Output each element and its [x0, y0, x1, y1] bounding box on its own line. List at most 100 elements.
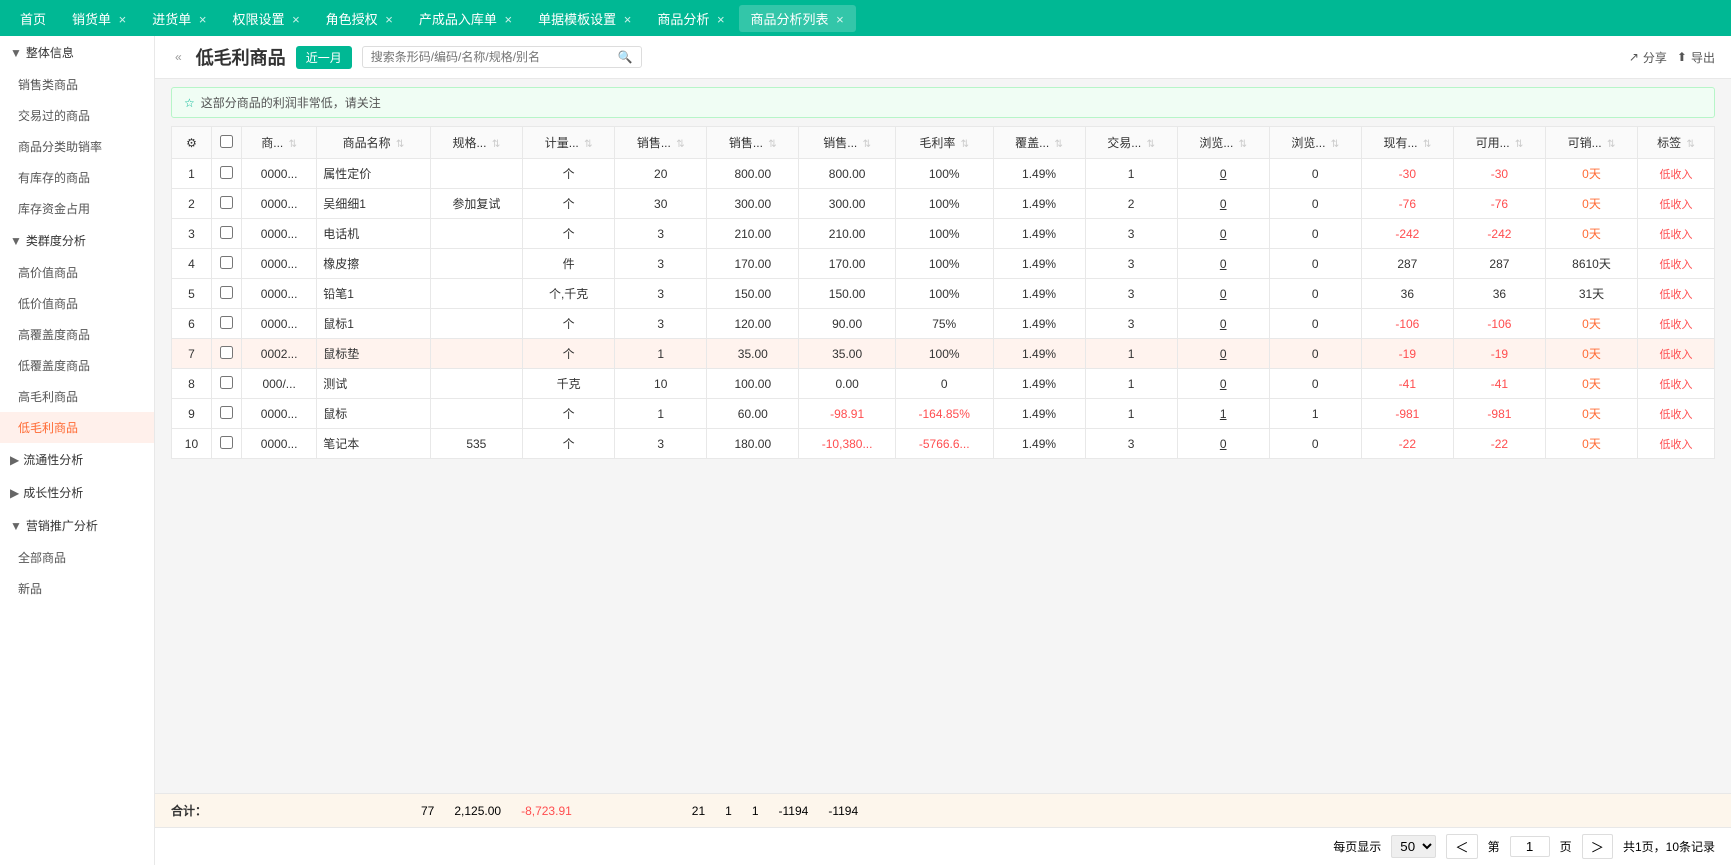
- nav-item-analysis-list[interactable]: 商品分析列表 ×: [739, 5, 856, 32]
- sidebar-item-category-rate[interactable]: 商品分类助销率: [0, 131, 154, 162]
- close-sales-icon[interactable]: ×: [119, 12, 127, 27]
- sidebar-section-cluster[interactable]: ▼ 类群度分析: [0, 224, 154, 257]
- next-page-button[interactable]: ＞: [1582, 834, 1613, 859]
- col-sales-price[interactable]: 销售... ⇅: [707, 127, 799, 159]
- cell-check[interactable]: [211, 219, 241, 249]
- col-settings[interactable]: ⚙: [172, 127, 212, 159]
- col-coverage[interactable]: 覆盖... ⇅: [993, 127, 1085, 159]
- sidebar-item-high-margin[interactable]: 高毛利商品: [0, 381, 154, 412]
- search-box[interactable]: 🔍: [362, 46, 642, 68]
- col-trade[interactable]: 交易... ⇅: [1085, 127, 1177, 159]
- cell-check[interactable]: [211, 369, 241, 399]
- cell-check[interactable]: [211, 339, 241, 369]
- close-purchase-icon[interactable]: ×: [199, 12, 207, 27]
- row-checkbox[interactable]: [220, 346, 233, 359]
- prev-page-button[interactable]: ＜: [1446, 834, 1477, 859]
- col-current-stock[interactable]: 现有... ⇅: [1361, 127, 1453, 159]
- sidebar-item-new-goods[interactable]: 新品: [0, 573, 154, 604]
- nav-item-template[interactable]: 单据模板设置 ×: [526, 5, 643, 32]
- sidebar-item-high-value[interactable]: 高价值商品: [0, 257, 154, 288]
- page-number-input[interactable]: [1510, 836, 1550, 857]
- sidebar-section-overview[interactable]: ▼ 整体信息: [0, 36, 154, 69]
- close-analysis-list-icon[interactable]: ×: [836, 12, 844, 27]
- nav-item-sales[interactable]: 销货单 ×: [60, 5, 138, 32]
- sidebar-section-marketing[interactable]: ▼ 营销推广分析: [0, 509, 154, 542]
- cell-code: 0002...: [241, 339, 316, 369]
- sidebar-item-stock-goods[interactable]: 有库存的商品: [0, 162, 154, 193]
- sidebar-item-low-margin[interactable]: 低毛利商品: [0, 412, 154, 443]
- sidebar-item-low-coverage[interactable]: 低覆盖度商品: [0, 350, 154, 381]
- close-role-icon[interactable]: ×: [385, 12, 393, 27]
- nav-item-purchase[interactable]: 进货单 ×: [140, 5, 218, 32]
- cell-check[interactable]: [211, 309, 241, 339]
- share-button[interactable]: ↗ 分享: [1629, 49, 1667, 66]
- sidebar-item-all-goods[interactable]: 全部商品: [0, 542, 154, 573]
- row-checkbox[interactable]: [220, 436, 233, 449]
- row-checkbox[interactable]: [220, 406, 233, 419]
- sidebar-item-high-coverage[interactable]: 高覆盖度商品: [0, 319, 154, 350]
- col-view2[interactable]: 浏览... ⇅: [1269, 127, 1361, 159]
- sidebar-item-stock-capital[interactable]: 库存资金占用: [0, 193, 154, 224]
- per-page-select[interactable]: 50: [1391, 835, 1436, 858]
- col-unit[interactable]: 计量... ⇅: [523, 127, 615, 159]
- sidebar-item-sales-goods[interactable]: 销售类商品: [0, 69, 154, 100]
- cell-check[interactable]: [211, 429, 241, 459]
- sidebar-section-liquidity[interactable]: ▶ 流通性分析: [0, 443, 154, 476]
- cell-check[interactable]: [211, 189, 241, 219]
- cell-coverage: 1.49%: [993, 429, 1085, 459]
- row-checkbox[interactable]: [220, 316, 233, 329]
- sidebar-section-growth[interactable]: ▶ 成长性分析: [0, 476, 154, 509]
- row-checkbox[interactable]: [220, 376, 233, 389]
- nav-item-role[interactable]: 角色授权 ×: [314, 5, 405, 32]
- cell-view1[interactable]: 0: [1177, 309, 1269, 339]
- row-checkbox[interactable]: [220, 286, 233, 299]
- search-input[interactable]: [371, 50, 618, 64]
- row-checkbox[interactable]: [220, 166, 233, 179]
- nav-item-home[interactable]: 首页: [8, 5, 58, 32]
- nav-item-analysis[interactable]: 商品分析 ×: [645, 5, 736, 32]
- col-saleable[interactable]: 可销... ⇅: [1545, 127, 1637, 159]
- cell-view1[interactable]: 0: [1177, 159, 1269, 189]
- date-filter-button[interactable]: 近一月: [296, 46, 352, 69]
- col-sales-qty[interactable]: 销售... ⇅: [615, 127, 707, 159]
- cell-view1[interactable]: 0: [1177, 369, 1269, 399]
- select-all-checkbox[interactable]: [220, 135, 233, 148]
- sidebar-item-low-value[interactable]: 低价值商品: [0, 288, 154, 319]
- sidebar-item-traded-goods[interactable]: 交易过的商品: [0, 100, 154, 131]
- nav-item-product-entry[interactable]: 产成品入库单 ×: [407, 5, 524, 32]
- col-sales-profit[interactable]: 销售... ⇅: [799, 127, 896, 159]
- col-spec[interactable]: 规格... ⇅: [430, 127, 523, 159]
- col-available[interactable]: 可用... ⇅: [1453, 127, 1545, 159]
- close-template-icon[interactable]: ×: [624, 12, 632, 27]
- search-icon[interactable]: 🔍: [618, 50, 633, 64]
- cell-check[interactable]: [211, 159, 241, 189]
- cell-coverage: 1.49%: [993, 249, 1085, 279]
- cell-view1[interactable]: 0: [1177, 249, 1269, 279]
- cell-trade: 1: [1085, 339, 1177, 369]
- close-product-entry-icon[interactable]: ×: [505, 12, 513, 27]
- cell-view1[interactable]: 0: [1177, 429, 1269, 459]
- cell-view1[interactable]: 0: [1177, 189, 1269, 219]
- cell-view1[interactable]: 0: [1177, 279, 1269, 309]
- col-gross-rate[interactable]: 毛利率 ⇅: [895, 127, 993, 159]
- cell-check[interactable]: [211, 399, 241, 429]
- cell-check[interactable]: [211, 279, 241, 309]
- row-checkbox[interactable]: [220, 196, 233, 209]
- col-tag[interactable]: 标签 ⇅: [1638, 127, 1715, 159]
- close-analysis-icon[interactable]: ×: [717, 12, 725, 27]
- cell-check[interactable]: [211, 249, 241, 279]
- cell-view1[interactable]: 0: [1177, 219, 1269, 249]
- cell-view1[interactable]: 0: [1177, 339, 1269, 369]
- col-name[interactable]: 商品名称 ⇅: [317, 127, 430, 159]
- row-checkbox[interactable]: [220, 226, 233, 239]
- row-checkbox[interactable]: [220, 256, 233, 269]
- export-button[interactable]: ⬆ 导出: [1677, 49, 1715, 66]
- nav-item-permission[interactable]: 权限设置 ×: [220, 5, 311, 32]
- col-check[interactable]: [211, 127, 241, 159]
- cell-view2: 0: [1269, 279, 1361, 309]
- close-permission-icon[interactable]: ×: [292, 12, 300, 27]
- collapse-sidebar-button[interactable]: «: [171, 50, 186, 64]
- col-view1[interactable]: 浏览... ⇅: [1177, 127, 1269, 159]
- cell-view1[interactable]: 1: [1177, 399, 1269, 429]
- col-code[interactable]: 商... ⇅: [241, 127, 316, 159]
